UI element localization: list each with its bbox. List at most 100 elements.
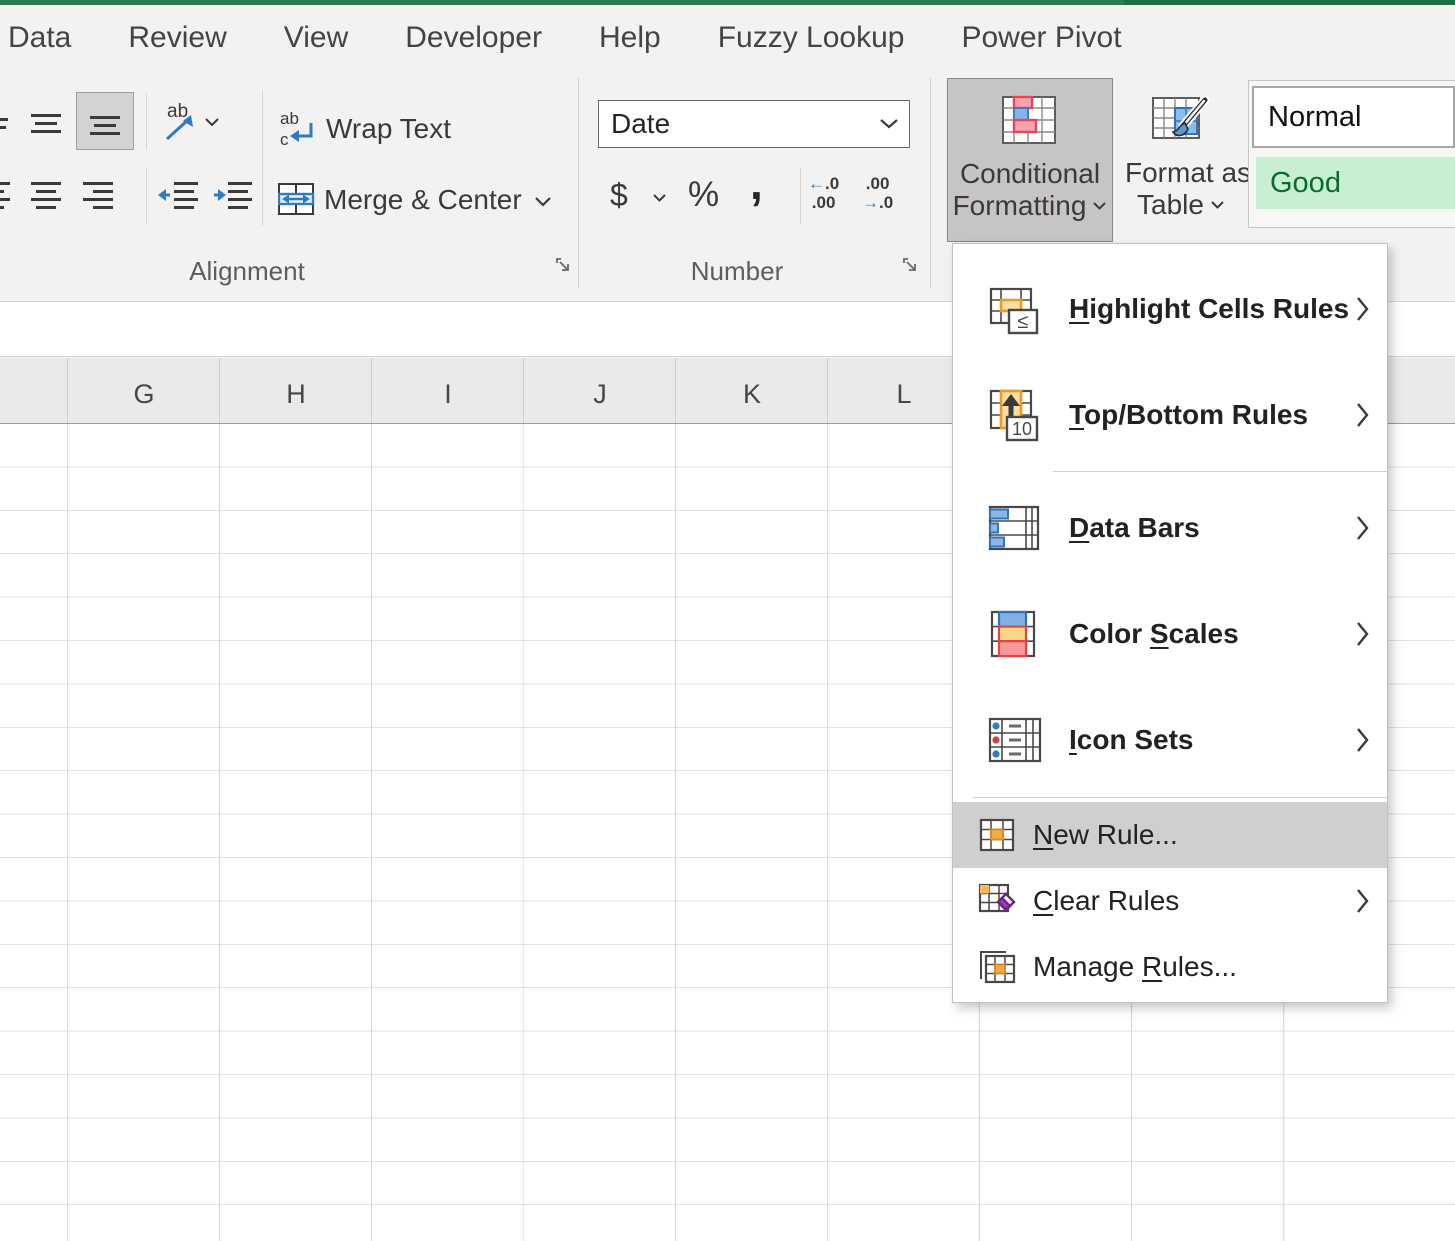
format-as-table-label-2: Table xyxy=(1137,189,1204,221)
highlight-cells-rules-label: Highlight Cells Rules xyxy=(1069,293,1349,325)
menu-item-color-scales[interactable]: Color Scales xyxy=(953,581,1387,687)
percent-style-button[interactable]: % xyxy=(688,168,719,222)
divider xyxy=(146,168,147,224)
dollar-glyph: $ xyxy=(610,177,628,214)
alignment-dialog-launcher-icon[interactable] xyxy=(556,258,573,280)
menu-item-manage-rules[interactable]: Manage Rules... xyxy=(953,934,1387,1000)
conditional-formatting-icon xyxy=(1001,95,1059,147)
cell-style-normal[interactable]: Normal xyxy=(1252,86,1455,148)
new-rule-icon xyxy=(975,817,1019,853)
merge-center-dropdown-arrow[interactable] xyxy=(534,194,552,212)
number-group-label: Number xyxy=(637,256,837,287)
menu-separator xyxy=(973,797,1387,798)
conditional-formatting-menu: ≤ Highlight Cells Rules 10 Top/Bottom Ru… xyxy=(952,243,1388,1003)
style-normal-label: Normal xyxy=(1268,101,1361,134)
percent-glyph: % xyxy=(688,175,719,215)
align-right-button[interactable] xyxy=(74,168,122,222)
comma-style-button[interactable]: , xyxy=(750,156,763,210)
increase-decimal-button[interactable]: ←.0 .00 xyxy=(808,174,839,212)
format-as-table-icon xyxy=(1151,94,1211,148)
increase-indent-button[interactable] xyxy=(208,168,258,222)
format-as-table-button[interactable]: Format as Table xyxy=(1125,78,1237,242)
chevron-down-icon xyxy=(1092,201,1107,211)
currency-dropdown-arrow[interactable] xyxy=(652,190,667,208)
wrap-text-label: Wrap Text xyxy=(326,113,451,145)
conditional-formatting-label-1: Conditional xyxy=(948,158,1112,190)
menu-item-clear-rules[interactable]: Clear Rules xyxy=(953,868,1387,934)
alignment-group-label: Alignment xyxy=(147,256,347,287)
currency-format-button[interactable]: $ xyxy=(610,168,628,222)
tab-review[interactable]: Review xyxy=(128,21,226,55)
submenu-arrow-icon xyxy=(1355,295,1371,323)
wrap-text-button[interactable]: ab c Wrap Text xyxy=(278,106,451,152)
align-center-button[interactable] xyxy=(22,168,70,222)
tab-data[interactable]: Data xyxy=(8,21,71,55)
orientation-glyph: ab xyxy=(167,101,188,122)
top-bottom-rules-label: Top/Bottom Rules xyxy=(1069,399,1308,431)
clear-rules-icon xyxy=(975,882,1019,920)
submenu-arrow-icon xyxy=(1355,401,1371,429)
ribbon-tab-bar: Data Review View Developer Help Fuzzy Lo… xyxy=(0,5,1455,70)
number-dialog-launcher-icon[interactable] xyxy=(903,258,920,280)
color-scales-icon xyxy=(983,607,1047,661)
menu-item-highlight-cells-rules[interactable]: ≤ Highlight Cells Rules xyxy=(953,256,1387,362)
submenu-arrow-icon xyxy=(1355,726,1371,754)
right-arrow-glyph: → xyxy=(862,193,879,212)
menu-item-icon-sets[interactable]: Icon Sets xyxy=(953,687,1387,793)
tab-view[interactable]: View xyxy=(284,21,348,55)
orientation-button[interactable]: ab xyxy=(154,94,204,148)
tab-fuzzy-lookup[interactable]: Fuzzy Lookup xyxy=(718,21,905,55)
menu-item-new-rule[interactable]: New Rule... xyxy=(953,802,1387,868)
divider xyxy=(800,168,801,224)
menu-item-data-bars[interactable]: Data Bars xyxy=(953,475,1387,581)
chevron-down-icon xyxy=(1210,200,1225,210)
column-header-h[interactable]: H xyxy=(220,358,372,424)
orientation-dropdown-arrow[interactable] xyxy=(204,114,220,132)
chevron-down-icon xyxy=(879,118,899,130)
new-rule-label: New Rule... xyxy=(1033,819,1178,851)
icon-sets-icon xyxy=(983,714,1047,766)
submenu-arrow-icon xyxy=(1355,514,1371,542)
submenu-arrow-icon xyxy=(1355,887,1371,915)
manage-rules-label: Manage Rules... xyxy=(1033,951,1237,983)
tab-help[interactable]: Help xyxy=(599,21,661,55)
merge-center-icon xyxy=(278,183,316,217)
tab-power-pivot[interactable]: Power Pivot xyxy=(961,21,1121,55)
decrease-indent-button[interactable] xyxy=(154,168,204,222)
comma-glyph: , xyxy=(750,156,763,210)
divider xyxy=(262,90,263,226)
wrap-glyph-c: c xyxy=(280,130,289,149)
column-header-g[interactable]: G xyxy=(68,358,220,424)
tab-developer[interactable]: Developer xyxy=(405,21,542,55)
column-header-i[interactable]: I xyxy=(372,358,524,424)
ten-glyph: 10 xyxy=(1012,419,1032,439)
column-header-k[interactable]: K xyxy=(676,358,828,424)
align-left-button[interactable] xyxy=(0,168,12,222)
number-format-value: Date xyxy=(611,108,670,140)
number-format-select[interactable]: Date xyxy=(598,100,910,148)
highlight-cells-rules-icon: ≤ xyxy=(983,280,1047,338)
left-arrow-glyph: ← xyxy=(808,174,825,193)
menu-separator xyxy=(1053,471,1387,472)
cell-style-good[interactable]: Good xyxy=(1256,157,1455,209)
divider xyxy=(146,94,147,150)
data-bars-icon xyxy=(983,502,1047,554)
align-bottom-button-selected[interactable] xyxy=(76,92,134,150)
menu-item-top-bottom-rules[interactable]: 10 Top/Bottom Rules xyxy=(953,362,1387,468)
merge-center-button[interactable]: Merge & Center xyxy=(278,178,522,222)
align-top-button[interactable] xyxy=(0,96,12,150)
align-middle-button[interactable] xyxy=(22,96,70,150)
group-divider xyxy=(578,78,579,288)
column-header-j[interactable]: J xyxy=(524,358,676,424)
conditional-formatting-label-2: Formatting xyxy=(953,190,1087,222)
icon-sets-label: Icon Sets xyxy=(1069,724,1193,756)
merge-center-label: Merge & Center xyxy=(324,184,522,216)
data-bars-label: Data Bars xyxy=(1069,512,1200,544)
clear-rules-label: Clear Rules xyxy=(1033,885,1179,917)
style-good-label: Good xyxy=(1270,167,1341,200)
wrap-text-icon: ab c xyxy=(278,107,318,151)
conditional-formatting-button[interactable]: Conditional Formatting xyxy=(947,78,1113,242)
submenu-arrow-icon xyxy=(1355,620,1371,648)
decrease-decimal-button[interactable]: .00 →.0 xyxy=(862,174,893,212)
group-divider xyxy=(930,78,931,288)
